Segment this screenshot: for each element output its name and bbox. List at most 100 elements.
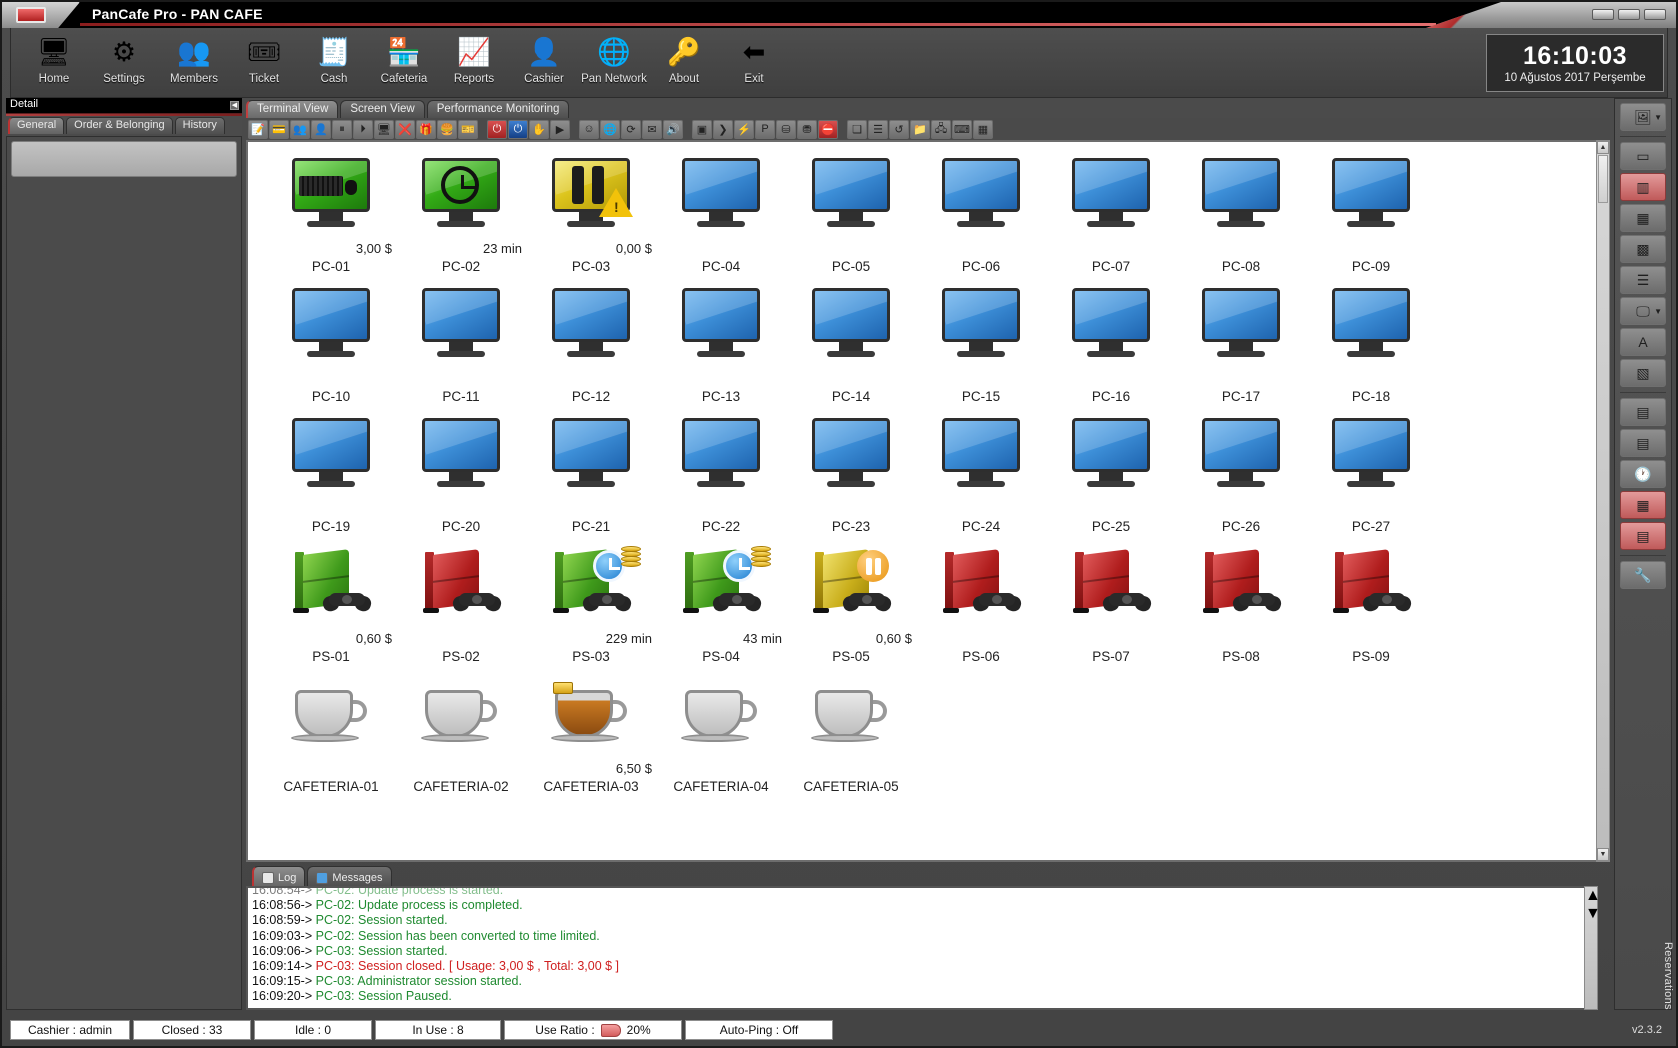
sidebar-clock-button[interactable]: 🕐: [1620, 460, 1666, 488]
terminal-pc-15[interactable]: PC-15: [916, 282, 1046, 412]
detail-tab-general[interactable]: General: [8, 117, 64, 134]
folder-icon[interactable]: 📁: [910, 120, 930, 139]
members-icon[interactable]: 👥: [290, 120, 310, 139]
terminal-pc-10[interactable]: PC-10: [266, 282, 396, 412]
lightning-icon[interactable]: ⚡: [734, 120, 754, 139]
pause-icon[interactable]: ⏸: [332, 120, 352, 139]
toolbar-item-reports[interactable]: 📈Reports: [439, 32, 509, 96]
detail-tab-history[interactable]: History: [175, 117, 225, 134]
terminal-pc-16[interactable]: PC-16: [1046, 282, 1176, 412]
wake-icon[interactable]: ✋: [529, 120, 549, 139]
scroll-down-icon[interactable]: ▼: [1597, 848, 1609, 861]
detail-tab-order-belonging[interactable]: Order & Belonging: [66, 117, 173, 134]
toolbar-item-cash[interactable]: 🧾Cash: [299, 32, 369, 96]
sidebar-view-list-button[interactable]: ☰: [1620, 266, 1666, 294]
sidebar-member-card-button[interactable]: ▤: [1620, 398, 1666, 426]
note-icon[interactable]: 📝: [248, 120, 268, 139]
log-scrollbar[interactable]: ▲ ▼: [1584, 886, 1598, 1010]
toolbar-item-cashier[interactable]: 👤Cashier: [509, 32, 579, 96]
chevron-down-icon[interactable]: ▼: [1654, 113, 1662, 122]
sidebar-view-small-grid-button[interactable]: ▩: [1620, 235, 1666, 263]
terminal-pc-05[interactable]: PC-05: [786, 152, 916, 282]
terminal-icon[interactable]: ▣: [692, 120, 712, 139]
log-tab-messages[interactable]: Messages: [307, 866, 391, 886]
terminal-pc-23[interactable]: PC-23: [786, 412, 916, 542]
sidebar-detail-list-button[interactable]: ▤: [1620, 429, 1666, 457]
log-scroll-down-icon[interactable]: ▼: [1585, 905, 1597, 923]
apps-icon[interactable]: ❏: [847, 120, 867, 139]
gift-icon[interactable]: 🎁: [416, 120, 436, 139]
message-icon[interactable]: ✉: [642, 120, 662, 139]
sidebar-view-two-button[interactable]: ▥: [1620, 173, 1666, 201]
terminal-ps-06[interactable]: PS-06: [916, 542, 1046, 672]
play-icon[interactable]: ⏵: [353, 120, 373, 139]
minimize-button[interactable]: [1592, 9, 1614, 20]
ghost-icon[interactable]: ☺: [579, 120, 599, 139]
terminal-cafeteria-04[interactable]: CAFETERIA-04: [656, 672, 786, 802]
list-icon[interactable]: ☰: [868, 120, 888, 139]
restore-icon[interactable]: ↺: [889, 120, 909, 139]
terminal-pc-18[interactable]: PC-18: [1306, 282, 1436, 412]
terminal-cafeteria-05[interactable]: CAFETERIA-05: [786, 672, 916, 802]
sidebar-font-button[interactable]: A: [1620, 328, 1666, 356]
terminal-ps-09[interactable]: PS-09: [1306, 542, 1436, 672]
tab-performance-monitoring[interactable]: Performance Monitoring: [427, 100, 570, 118]
toolbar-item-cafeteria[interactable]: 🏪Cafeteria: [369, 32, 439, 96]
terminal-ps-02[interactable]: PS-02: [396, 542, 526, 672]
reservations-label[interactable]: Reservations: [1662, 942, 1674, 1010]
terminal-pc-24[interactable]: PC-24: [916, 412, 1046, 542]
command-icon[interactable]: ❯: [713, 120, 733, 139]
toolbar-item-exit[interactable]: ⬅Exit: [719, 32, 789, 96]
terminal-pc-09[interactable]: PC-09: [1306, 152, 1436, 282]
terminal-pc-08[interactable]: PC-08: [1176, 152, 1306, 282]
p-icon[interactable]: P: [755, 120, 775, 139]
screen-icon[interactable]: 🖥: [374, 120, 394, 139]
terminal-pc-27[interactable]: PC-27: [1306, 412, 1436, 542]
sidebar-calendar-button[interactable]: ▦: [1620, 491, 1666, 519]
terminal-pc-07[interactable]: PC-07: [1046, 152, 1176, 282]
terminal-ps-04[interactable]: 43 minPS-04: [656, 542, 786, 672]
refresh-icon[interactable]: ⟳: [621, 120, 641, 139]
terminal-pc-01[interactable]: 3,00 $PC-01: [266, 152, 396, 282]
usb-remove-icon[interactable]: ⛃: [797, 120, 817, 139]
toolbar-item-home[interactable]: 🖥Home: [19, 32, 89, 96]
sidebar-screen-image-button[interactable]: 🖵▼: [1620, 297, 1666, 325]
tab-screen-view[interactable]: Screen View: [340, 100, 424, 118]
scroll-thumb[interactable]: [1598, 155, 1608, 203]
terminal-ps-07[interactable]: PS-07: [1046, 542, 1176, 672]
sidebar-excel-button[interactable]: ▧: [1620, 359, 1666, 387]
close-button[interactable]: [1644, 9, 1666, 20]
terminal-pc-13[interactable]: PC-13: [656, 282, 786, 412]
network-icon[interactable]: 🖧: [931, 120, 951, 139]
sidebar-wallpaper-button[interactable]: 🖼▼: [1620, 103, 1666, 131]
terminal-ps-01[interactable]: 0,60 $PS-01: [266, 542, 396, 672]
sidebar-tools-button[interactable]: 🔧: [1620, 561, 1666, 589]
terminal-pc-20[interactable]: PC-20: [396, 412, 526, 542]
usb-icon[interactable]: ⛁: [776, 120, 796, 139]
toolbar-item-pan-network[interactable]: 🌐Pan Network: [579, 32, 649, 96]
terminal-pc-06[interactable]: PC-06: [916, 152, 1046, 282]
terminal-cafeteria-02[interactable]: CAFETERIA-02: [396, 672, 526, 802]
terminal-pc-12[interactable]: PC-12: [526, 282, 656, 412]
log-output[interactable]: 16:08:54-> PC-02: Update process is star…: [246, 886, 1598, 1010]
terminal-pc-26[interactable]: PC-26: [1176, 412, 1306, 542]
terminal-pc-03[interactable]: !0,00 $PC-03: [526, 152, 656, 282]
food-icon[interactable]: 🍔: [437, 120, 457, 139]
terminal-ps-08[interactable]: PS-08: [1176, 542, 1306, 672]
toolbar-item-members[interactable]: 👥Members: [159, 32, 229, 96]
maximize-button[interactable]: [1618, 9, 1640, 20]
terminal-pc-21[interactable]: PC-21: [526, 412, 656, 542]
terminal-ps-03[interactable]: 229 minPS-03: [526, 542, 656, 672]
start-icon[interactable]: ▶: [550, 120, 570, 139]
grid-icon[interactable]: ▦: [973, 120, 993, 139]
power-blue-icon[interactable]: ⏻: [508, 120, 528, 139]
cashier-icon[interactable]: 👤: [311, 120, 331, 139]
tab-terminal-view[interactable]: Terminal View: [246, 100, 338, 118]
screen-close-icon[interactable]: ❌: [395, 120, 415, 139]
toolbar-item-ticket[interactable]: 🎟Ticket: [229, 32, 299, 96]
keyboard-icon[interactable]: ⌨: [952, 120, 972, 139]
log-tab-log[interactable]: Log: [252, 866, 305, 886]
terminal-pc-02[interactable]: 23 minPC-02: [396, 152, 526, 282]
ticket-icon[interactable]: 🎫: [458, 120, 478, 139]
sidebar-view-single-button[interactable]: ▭: [1620, 142, 1666, 170]
